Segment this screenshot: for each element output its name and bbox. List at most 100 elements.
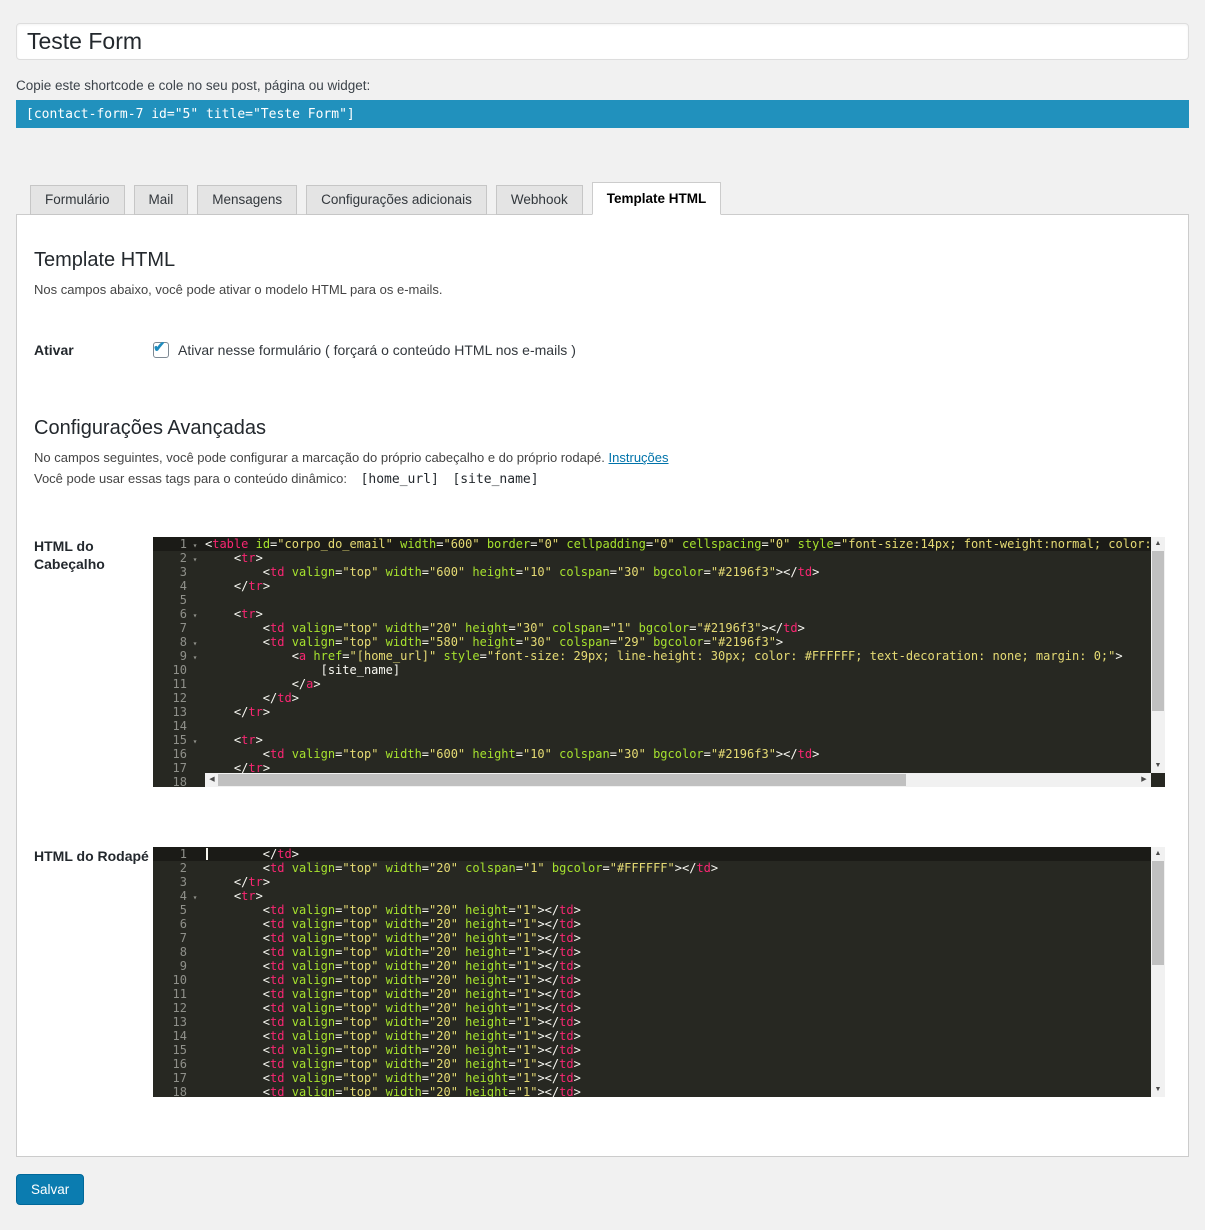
line-number: 6 [179, 917, 187, 931]
footer-editor-vscrollbar[interactable]: ▲ ▼ [1151, 847, 1165, 1097]
code-text: <td valign="top" width="20" height="1"><… [205, 945, 581, 959]
tab-mensagens[interactable]: Mensagens [197, 185, 298, 215]
panel-description: Nos campos abaixo, você pode ativar o mo… [34, 282, 443, 297]
code-text: <td valign="top" width="20" height="1"><… [205, 931, 581, 945]
line-number: 14 [172, 719, 187, 733]
code-line: 5 <td valign="top" width="20" height="1"… [153, 903, 1151, 917]
tab-formulario[interactable]: Formulário [30, 185, 125, 215]
line-number: 5 [179, 593, 187, 607]
code-text: <td valign="top" width="20" height="1"><… [205, 1029, 581, 1043]
tab-bar: Formulário Mail Mensagens Configurações adi… [30, 182, 1189, 215]
tab-webhook[interactable]: Webhook [495, 185, 583, 215]
code-line: 14 [153, 719, 1151, 733]
code-line: 6 ▾ <tr> [153, 607, 1151, 621]
line-number: 18 [172, 1085, 187, 1097]
shortcode-value-box[interactable]: [contact-form-7 id="5" title="Teste Form… [16, 100, 1189, 128]
tab-configuracoes-adicionais[interactable]: Configurações adicionais [306, 185, 487, 215]
code-text: <td valign="top" width="580" height="30"… [205, 635, 784, 649]
scroll-left-arrow-icon[interactable]: ◀ [206, 773, 218, 787]
vscroll-thumb[interactable] [1152, 551, 1164, 711]
line-number: 7 [179, 931, 187, 945]
line-number: 12 [172, 1001, 187, 1015]
scroll-up-arrow-icon[interactable]: ▲ [1151, 538, 1165, 550]
scroll-down-arrow-icon[interactable]: ▼ [1151, 1084, 1165, 1096]
code-line: 7 <td valign="top" width="20" height="1"… [153, 931, 1151, 945]
activate-checkbox-wrap[interactable]: ✔ Ativar nesse formulário ( forçará o co… [153, 339, 576, 359]
code-line: 7 <td valign="top" width="20" height="30… [153, 621, 1151, 635]
advanced-heading: Configurações Avançadas [34, 417, 267, 439]
code-text: <a href="[home_url]" style="font-size: 2… [205, 649, 1123, 663]
code-text: <td valign="top" width="20" height="1"><… [205, 1001, 581, 1015]
code-text: <td valign="top" width="20" height="1"><… [205, 973, 581, 987]
code-line: 5 [153, 593, 1151, 607]
code-text: <td valign="top" width="20" height="1"><… [205, 959, 581, 973]
vscroll-thumb[interactable] [1152, 861, 1164, 965]
code-line: 3 </tr> [153, 875, 1151, 889]
line-number: 16 [172, 747, 187, 761]
footer-html-editor[interactable]: 1 </td> 2 <td valign="top" width="20" col… [153, 847, 1165, 1097]
advanced-description: No campos seguintes, você pode configura… [34, 450, 1171, 465]
code-line: 11 <td valign="top" width="20" height="1… [153, 987, 1151, 1001]
code-text: </tr> [205, 875, 271, 889]
save-button[interactable]: Salvar [16, 1174, 85, 1205]
panel-heading: Template HTML [34, 249, 176, 271]
line-number: 14 [172, 1029, 187, 1043]
code-text: <tr> [205, 607, 263, 621]
line-number: 5 [179, 903, 187, 917]
line-number: 4 [179, 579, 187, 593]
header-editor-hscrollbar[interactable]: ◀ ▶ [205, 773, 1151, 787]
tab-template-html[interactable]: Template HTML [591, 182, 722, 215]
code-line: 10 <td valign="top" width="20" height="1… [153, 973, 1151, 987]
code-text: <td valign="top" width="20" height="1"><… [205, 917, 581, 931]
code-line: 1 </td> [153, 847, 1151, 861]
line-number: 10 [172, 663, 187, 677]
code-line: 1 ▾ <table id="corpo_do_email" width="600"… [153, 537, 1151, 551]
instructions-link[interactable]: Instruções [609, 450, 669, 465]
hscroll-thumb[interactable] [218, 774, 906, 786]
code-text: [site_name] [205, 663, 401, 677]
code-line: 13 <td valign="top" width="20" height="1… [153, 1015, 1151, 1029]
code-text: <td valign="top" width="20" height="30" … [205, 621, 805, 635]
template-html-panel: Template HTML Nos campos abaixo, você po… [16, 214, 1189, 1157]
tab-mail[interactable]: Mail [133, 185, 189, 215]
header-code-area[interactable]: 1 ▾ <table id="corpo_do_email" width="600"… [153, 537, 1151, 787]
code-text: <tr> [205, 889, 263, 903]
form-title-input[interactable] [16, 23, 1189, 60]
code-line: 2 ▾ <tr> [153, 551, 1151, 565]
home-url-tag: [home_url] [360, 472, 439, 487]
advanced-description-text: No campos seguintes, você pode configura… [34, 450, 605, 465]
code-line: 16 <td valign="top" width="20" height="1… [153, 1057, 1151, 1071]
code-line: 18 <td valign="top" width="20" height="1… [153, 1085, 1151, 1097]
code-line: 6 <td valign="top" width="20" height="1"… [153, 917, 1151, 931]
code-line: 14 <td valign="top" width="20" height="1… [153, 1029, 1151, 1043]
code-text: <td valign="top" width="20" colspan="1" … [205, 861, 719, 875]
code-text: </td> [205, 691, 299, 705]
activate-checkbox-label: Ativar nesse formulário ( forçará o cont… [178, 342, 576, 358]
line-number: 2 [179, 861, 187, 875]
activate-checkbox[interactable]: ✔ [153, 339, 169, 358]
code-text: <td valign="top" width="20" height="1"><… [205, 903, 581, 917]
code-line: 16 <td valign="top" width="600" height="… [153, 747, 1151, 761]
text-cursor [206, 848, 208, 860]
footer-code-area[interactable]: 1 </td> 2 <td valign="top" width="20" col… [153, 847, 1151, 1097]
code-text: <td valign="top" width="20" height="1"><… [205, 1043, 581, 1057]
code-line: 12 <td valign="top" width="20" height="1… [153, 1001, 1151, 1015]
scroll-up-arrow-icon[interactable]: ▲ [1151, 848, 1165, 860]
code-text: <tr> [205, 733, 263, 747]
line-number: 3 [179, 875, 187, 889]
checkmark-icon: ✔ [153, 339, 166, 356]
header-html-editor[interactable]: 1 ▾ <table id="corpo_do_email" width="600"… [153, 537, 1165, 787]
code-line: 12 </td> [153, 691, 1151, 705]
scroll-right-arrow-icon[interactable]: ▶ [1138, 773, 1150, 787]
footer-editor-label: HTML do Rodapé [34, 848, 149, 864]
code-line: 9 ▾ <a href="[home_url]" style="font-size… [153, 649, 1151, 663]
code-line: 3 <td valign="top" width="600" height="1… [153, 565, 1151, 579]
dynamic-tags-hint-text: Você pode usar essas tags para o conteúd… [34, 471, 347, 486]
code-line: 8 <td valign="top" width="20" height="1"… [153, 945, 1151, 959]
activate-row: Ativar ✔ Ativar nesse formulário ( força… [34, 339, 1171, 359]
line-number: 11 [172, 677, 187, 691]
header-editor-vscrollbar[interactable]: ▲ ▼ [1151, 537, 1165, 773]
code-text: </tr> [205, 705, 271, 719]
scroll-down-arrow-icon[interactable]: ▼ [1151, 760, 1165, 772]
line-number: 10 [172, 973, 187, 987]
